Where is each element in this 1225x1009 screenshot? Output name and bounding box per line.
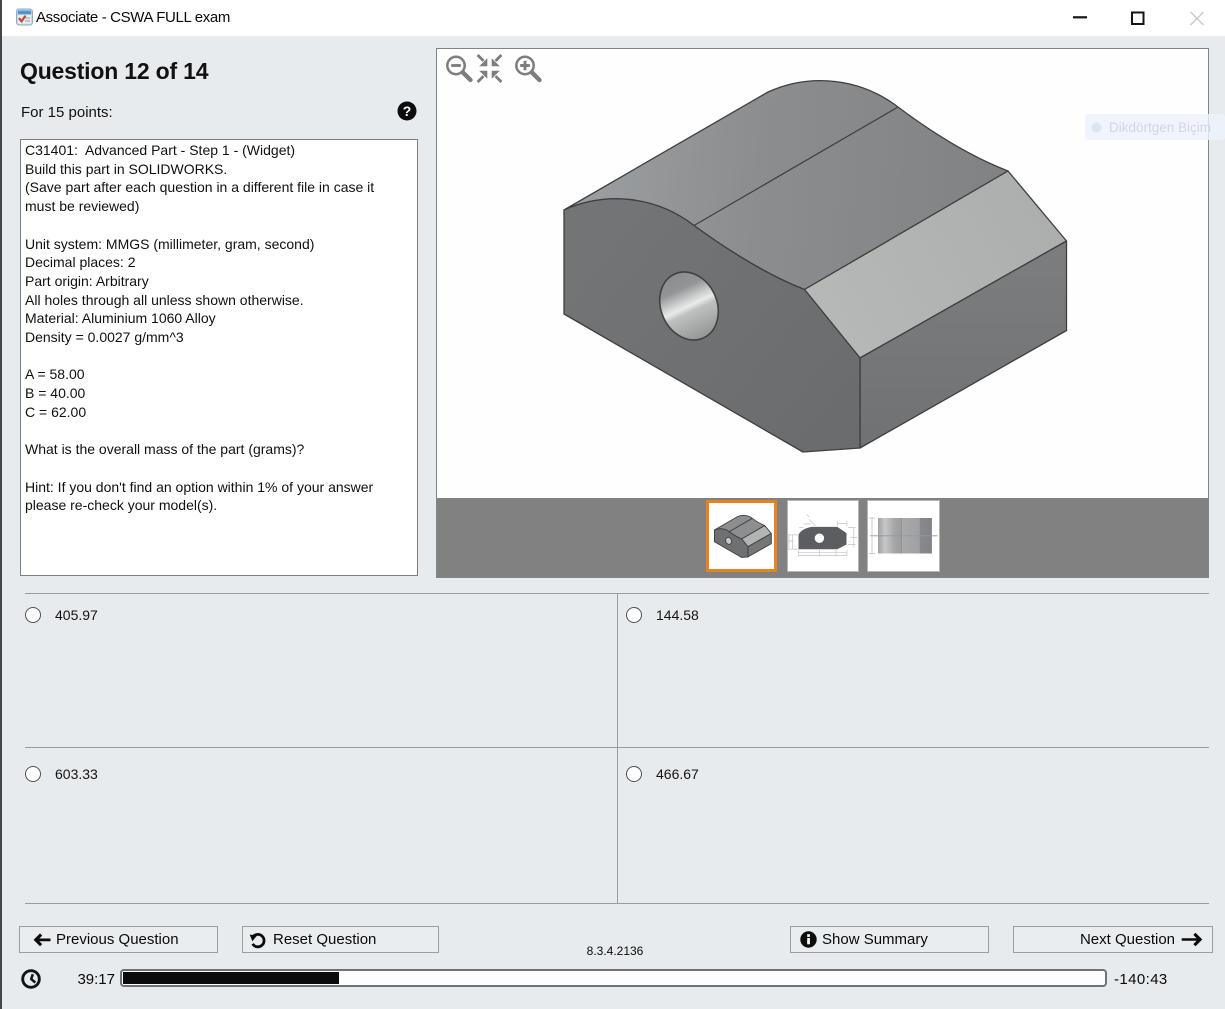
svg-text:?: ? bbox=[403, 103, 412, 119]
